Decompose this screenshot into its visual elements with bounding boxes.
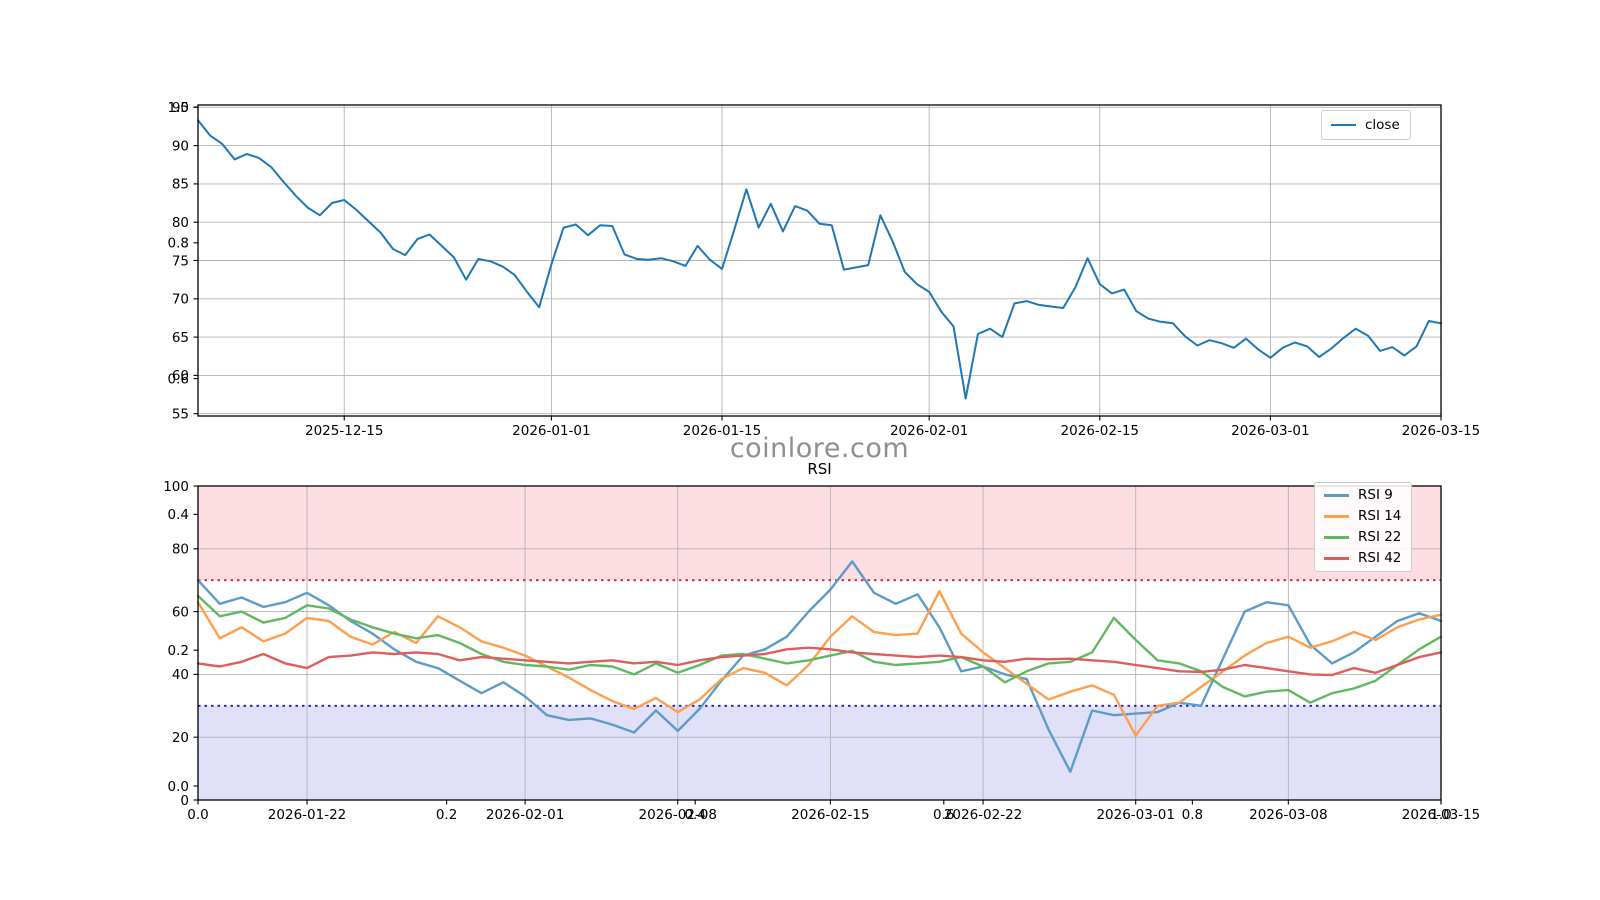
legend-item-rsi-42: RSI 42 <box>1324 550 1401 567</box>
overlay-y-label: 1.0 <box>168 100 189 116</box>
series-close <box>197 119 1442 400</box>
legend-item-rsi-14: RSI 14 <box>1324 508 1401 525</box>
legend-line-sample <box>1324 536 1349 539</box>
overlay-x-label: 0.4 <box>684 807 705 823</box>
y-tick-label: 70 <box>172 292 189 308</box>
overlay-x-label: 0.2 <box>436 807 457 823</box>
overlay-y-label: 0.4 <box>168 507 189 523</box>
legend-item-rsi-9: RSI 9 <box>1324 487 1401 504</box>
legend-label: RSI 9 <box>1358 487 1393 503</box>
legend-rsi: RSI 9 RSI 14 RSI 22 RSI 42 <box>1314 482 1413 572</box>
legend-close: close <box>1321 110 1411 140</box>
legend-label: RSI 42 <box>1358 550 1402 566</box>
overlay-y-label: 0.0 <box>168 779 189 795</box>
overlay-x-label: 0.8 <box>1182 807 1203 823</box>
x-tick-label: 2026-01-22 <box>268 807 346 823</box>
y-tick-label: 90 <box>172 138 189 154</box>
y-tick-label: 20 <box>172 730 189 746</box>
y-tick-label: 65 <box>172 330 189 346</box>
axes-price-close: 5560657075808590952025-12-15 2026-01-01 20… <box>172 100 1480 439</box>
legend-label: RSI 14 <box>1358 508 1402 524</box>
x-tick-label: 2026-03-08 <box>1249 807 1327 823</box>
overlay-y-label: 0.2 <box>168 643 189 659</box>
rsi-title: RSI <box>807 460 832 478</box>
x-tick-label: 2026-03-01 <box>1096 807 1174 823</box>
x-tick-label: 2026-02-15 <box>791 807 869 823</box>
overlay-x-label: 1.0 <box>1430 807 1451 823</box>
x-tick-label: 2026-02-01 <box>486 807 564 823</box>
y-tick-label: 85 <box>172 177 189 193</box>
legend-item-close: close <box>1331 117 1400 134</box>
figure: 55 60 65 70 75 80 85 90 95 2025-12-15 2026-01-01 20… <box>0 0 1600 900</box>
y-tick-label: 80 <box>172 215 189 231</box>
legend-line-sample <box>1324 515 1349 518</box>
y-tick-label: 40 <box>172 667 189 683</box>
overlay-x-label: 0.6 <box>933 807 954 823</box>
legend-label: RSI 22 <box>1358 529 1402 545</box>
overlay-x-label: 0.0 <box>187 807 208 823</box>
legend-item-rsi-22: RSI 22 <box>1324 529 1401 546</box>
y-tick-label: 60 <box>172 604 189 620</box>
legend-line-sample <box>1324 557 1349 560</box>
y-tick-label: 75 <box>172 253 189 269</box>
y-tick-label: 55 <box>172 407 189 423</box>
y-tick-label: 80 <box>172 542 189 558</box>
band <box>198 705 1441 800</box>
band <box>198 486 1441 581</box>
legend-line-sample <box>1331 123 1356 127</box>
axes-rsi: 0204060801002026-01-22 2026-02-01 2026-02-… <box>163 479 1480 823</box>
y-tick-label: 100 <box>163 479 189 495</box>
overlay-y-label: 0.6 <box>168 371 189 387</box>
x-tick-label: 2026-02-22 <box>944 807 1022 823</box>
overlay-y-label: 0.8 <box>168 236 189 252</box>
legend-line-sample <box>1324 494 1349 497</box>
legend-label: close <box>1365 116 1400 133</box>
